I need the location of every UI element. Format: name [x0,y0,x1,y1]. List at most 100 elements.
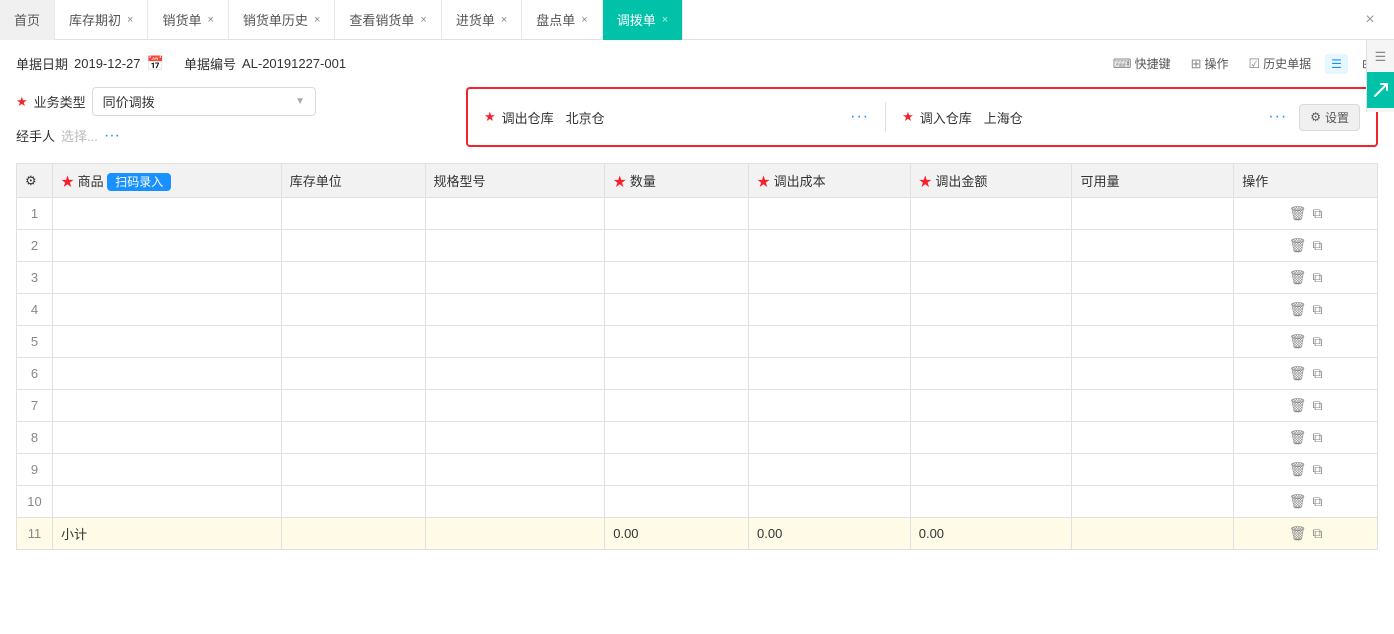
cell-spec[interactable] [425,358,605,390]
delete-icon[interactable]: 🗑 [1289,429,1307,446]
cell-spec[interactable] [425,486,605,518]
copy-icon[interactable]: ⧉ [1312,333,1322,350]
tab-purchase-order[interactable]: 进货单 × [442,0,522,40]
business-type-select[interactable]: 同价调拨 ▼ [92,87,316,116]
cell-unit[interactable] [281,198,425,230]
cell-spec[interactable] [425,198,605,230]
delete-icon[interactable]: 🗑 [1289,301,1307,318]
cell-amount[interactable] [910,198,1072,230]
in-warehouse-more-button[interactable]: ··· [1268,108,1287,126]
cell-spec[interactable] [425,390,605,422]
cell-product[interactable] [53,198,282,230]
cell-spec[interactable] [425,326,605,358]
cell-amount[interactable] [910,262,1072,294]
settings-button[interactable]: ⚙ 设置 [1299,104,1360,131]
cell-qty[interactable] [605,390,749,422]
delete-icon[interactable]: 🗑 [1289,269,1307,286]
tab-sales-order-close[interactable]: × [207,14,213,26]
cell-spec[interactable] [425,262,605,294]
sidebar-list-button[interactable]: ☰ [1368,44,1394,70]
cell-qty[interactable] [605,486,749,518]
agent-select[interactable]: 选择... [61,126,98,145]
copy-icon[interactable]: ⧉ [1312,429,1322,446]
cell-amount[interactable] [910,230,1072,262]
copy-icon[interactable]: ⧉ [1312,301,1322,318]
cell-amount[interactable] [910,422,1072,454]
copy-icon[interactable]: ⧉ [1312,269,1322,286]
copy-icon[interactable]: ⧉ [1312,365,1322,382]
delete-icon[interactable]: 🗑 [1289,493,1307,510]
cell-spec[interactable] [425,294,605,326]
delete-icon[interactable]: 🗑 [1289,365,1307,382]
cell-qty[interactable] [605,422,749,454]
cell-amount[interactable] [910,294,1072,326]
cell-qty[interactable] [605,262,749,294]
tab-stocktake-close[interactable]: × [581,14,587,26]
cell-unit[interactable] [281,486,425,518]
delete-icon[interactable]: 🗑 [1289,397,1307,414]
scan-button[interactable]: 扫码录入 [107,173,171,191]
tab-sales-order[interactable]: 销货单 × [148,0,228,40]
cell-qty[interactable] [605,454,749,486]
copy-icon[interactable]: ⧉ [1312,493,1322,510]
history-button[interactable]: ☑ 历史单据 [1243,52,1318,75]
tab-stocktake[interactable]: 盘点单 × [522,0,602,40]
tab-sales-history[interactable]: 销货单历史 × [229,0,335,40]
cell-product[interactable] [53,390,282,422]
cell-product[interactable] [53,326,282,358]
tab-view-sales-close[interactable]: × [420,14,426,26]
out-warehouse-more-button[interactable]: ··· [850,108,869,126]
tab-transfer-close[interactable]: × [662,14,668,26]
cell-cost[interactable] [749,422,911,454]
cell-cost[interactable] [749,230,911,262]
cell-cost[interactable] [749,198,911,230]
cell-unit[interactable] [281,422,425,454]
copy-icon[interactable]: ⧉ [1312,397,1322,414]
cell-product[interactable] [53,230,282,262]
cell-amount[interactable] [910,326,1072,358]
cell-spec[interactable] [425,230,605,262]
cell-product[interactable] [53,294,282,326]
cell-spec[interactable] [425,454,605,486]
cell-unit[interactable] [281,454,425,486]
copy-icon-sub[interactable]: ⧉ [1312,525,1322,542]
cell-unit[interactable] [281,294,425,326]
cell-cost[interactable] [749,486,911,518]
copy-icon[interactable]: ⧉ [1312,237,1322,254]
cell-qty[interactable] [605,294,749,326]
cell-product[interactable] [53,486,282,518]
cell-product[interactable] [53,454,282,486]
cell-unit[interactable] [281,358,425,390]
tab-inventory-init[interactable]: 库存期初 × [55,0,148,40]
cell-unit[interactable] [281,262,425,294]
tab-inventory-init-close[interactable]: × [127,14,133,26]
cell-amount[interactable] [910,486,1072,518]
delete-icon[interactable]: 🗑 [1289,461,1307,478]
operation-button[interactable]: ⊞ 操作 [1185,52,1235,75]
cell-cost[interactable] [749,390,911,422]
agent-more-button[interactable]: ··· [104,127,120,145]
tab-sales-history-close[interactable]: × [314,14,320,26]
copy-icon[interactable]: ⧉ [1312,461,1322,478]
th-gear[interactable]: ⚙ [17,164,53,198]
cell-cost[interactable] [749,326,911,358]
sidebar-expand-button[interactable] [1367,72,1394,108]
cell-cost[interactable] [749,454,911,486]
cell-amount[interactable] [910,358,1072,390]
cell-unit[interactable] [281,390,425,422]
delete-icon[interactable]: 🗑 [1289,237,1307,254]
calendar-icon[interactable]: 📅 [147,55,164,72]
cell-qty[interactable] [605,358,749,390]
delete-icon[interactable]: 🗑 [1289,205,1307,222]
delete-icon[interactable]: 🗑 [1289,333,1307,350]
cell-qty[interactable] [605,230,749,262]
tab-home[interactable]: 首页 [0,0,55,40]
cell-product[interactable] [53,358,282,390]
cell-cost[interactable] [749,262,911,294]
cell-product[interactable] [53,422,282,454]
cell-qty[interactable] [605,326,749,358]
cell-amount[interactable] [910,390,1072,422]
cell-spec[interactable] [425,422,605,454]
copy-icon[interactable]: ⧉ [1312,205,1322,222]
close-window-button[interactable]: × [1356,6,1384,34]
